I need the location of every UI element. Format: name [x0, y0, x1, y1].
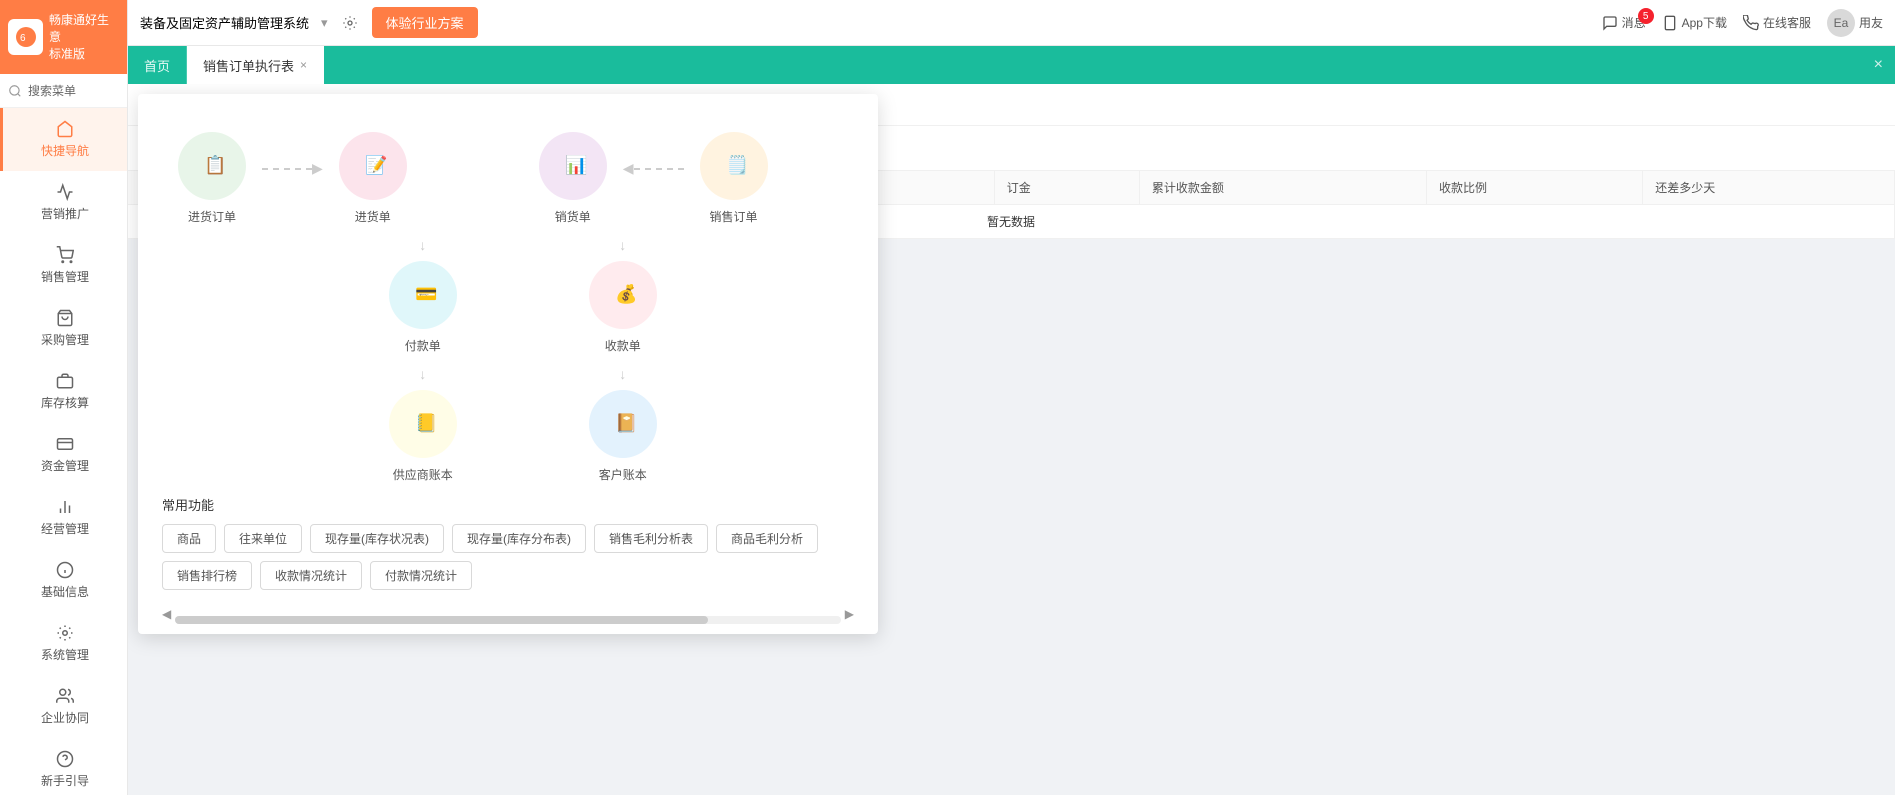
flow-node-payment-bill[interactable]: 💳 付款单	[389, 261, 457, 354]
search-label: 搜索菜单	[28, 82, 76, 99]
flow-label: 进货订单	[188, 208, 236, 225]
flow-node-sales-order[interactable]: 🗒️ 销售订单	[700, 132, 768, 225]
common-btns-row2: 销售排行榜 收款情况统计 付款情况统计	[162, 561, 854, 590]
common-functions: 常用功能 商品 往来单位 现存量(库存状况表) 现存量(库存分布表) 销售毛利分…	[162, 495, 854, 590]
svg-text:6: 6	[20, 33, 26, 44]
sidebar-item-purchase[interactable]: 采购管理	[0, 297, 127, 360]
common-btn-stock-status[interactable]: 现存量(库存状况表)	[310, 524, 444, 553]
sidebar-item-label: 销售管理	[41, 268, 89, 285]
scroll-left-btn[interactable]: ◀	[162, 607, 171, 621]
flow-label: 销售订单	[710, 208, 758, 225]
flow-node-customer-ledger[interactable]: 📔 客户账本	[589, 390, 657, 483]
tabs-bar: 首页 销售订单执行表 × ×	[128, 46, 1895, 84]
flow-node-sales-bill[interactable]: 📊 销货单	[539, 132, 607, 225]
sidebar-item-enterprise[interactable]: 企业协同	[0, 675, 127, 738]
svg-text:📝: 📝	[365, 154, 387, 175]
scroll-right-btn[interactable]: ▶	[845, 607, 854, 621]
sidebar-item-sales[interactable]: 销售管理	[0, 234, 127, 297]
common-btn-partner[interactable]: 往来单位	[224, 524, 302, 553]
flow-label: 付款单	[405, 337, 441, 354]
tab-home[interactable]: 首页	[128, 46, 187, 84]
sidebar-item-finance[interactable]: 资金管理	[0, 423, 127, 486]
system-name: 装备及固定资产辅助管理系统	[140, 13, 309, 32]
sidebar-item-label: 经营管理	[41, 520, 89, 537]
topbar-right: 5 消息 App下载 在线客服 Ea 用友	[1602, 9, 1883, 37]
flow-label: 进货单	[355, 208, 391, 225]
sidebar-nav: 快捷导航 营销推广 销售管理 采购管理 库存核算 资金管理	[0, 108, 127, 795]
tab-home-label: 首页	[144, 56, 170, 75]
content-area: 帮助 按模板打印 ▾ 导出 ▾ 刷新	[128, 84, 1895, 795]
common-btn-stock-dist[interactable]: 现存量(库存分布表)	[452, 524, 586, 553]
common-btn-payment-stats[interactable]: 付款情况统计	[370, 561, 472, 590]
quick-guide-panel: 📋 进货订单 ▶	[138, 94, 878, 634]
logo-text: 畅康通好生意 标准版	[49, 12, 119, 62]
sidebar-item-label: 库存核算	[41, 394, 89, 411]
svg-text:📒: 📒	[415, 413, 437, 433]
user-avatar-btn[interactable]: Ea 用友	[1827, 9, 1883, 37]
settings-button[interactable]	[336, 9, 364, 37]
common-btn-sales-gross[interactable]: 销售毛利分析表	[594, 524, 708, 553]
system-dropdown-icon[interactable]: ▾	[321, 15, 328, 31]
svg-text:💳: 💳	[415, 284, 437, 304]
common-btns: 商品 往来单位 现存量(库存状况表) 现存量(库存分布表) 销售毛利分析表 商品…	[162, 524, 854, 553]
app-download-label: App下载	[1682, 14, 1727, 31]
flow-label: 收款单	[605, 337, 641, 354]
tab-close-icon[interactable]: ×	[300, 58, 307, 72]
message-badge: 5	[1638, 8, 1654, 24]
panel-scrollbar-thumb	[175, 616, 707, 624]
flow-node-receipt-bill[interactable]: 💰 收款单	[589, 261, 657, 354]
sidebar-item-label: 企业协同	[41, 709, 89, 726]
user-avatar: Ea	[1827, 9, 1855, 37]
sidebar-item-inventory[interactable]: 库存核算	[0, 360, 127, 423]
flow-node-purchase-order[interactable]: 📋 进货订单	[178, 132, 246, 225]
sidebar-item-label: 新手引导	[41, 772, 89, 789]
trial-btn[interactable]: 体验行业方案	[372, 7, 478, 38]
flow-label: 销货单	[555, 208, 591, 225]
quick-guide-overlay: 📋 进货订单 ▶	[128, 84, 1895, 795]
flow-node-supplier-ledger[interactable]: 📒 供应商账本	[389, 390, 457, 483]
panel-scrollbar-row: ◀ ▶	[162, 604, 854, 624]
flow-label: 供应商账本	[393, 466, 453, 483]
flow-node-purchase-bill[interactable]: 📝 进货单	[339, 132, 407, 225]
topbar: 装备及固定资产辅助管理系统 ▾ 体验行业方案 5 消息 App下载 在线客服	[128, 0, 1895, 46]
main-content: 装备及固定资产辅助管理系统 ▾ 体验行业方案 5 消息 App下载 在线客服	[128, 0, 1895, 795]
sidebar-item-newbie[interactable]: 新手引导	[0, 738, 127, 795]
common-btn-product-gross[interactable]: 商品毛利分析	[716, 524, 818, 553]
sidebar-item-operations[interactable]: 经营管理	[0, 486, 127, 549]
flow-label: 客户账本	[599, 466, 647, 483]
common-btn-product[interactable]: 商品	[162, 524, 216, 553]
tab-close-all[interactable]: ×	[1862, 56, 1895, 74]
sidebar-item-quick-nav[interactable]: 快捷导航	[0, 108, 127, 171]
online-service-btn[interactable]: 在线客服	[1743, 14, 1811, 31]
user-label: 用友	[1859, 14, 1883, 31]
svg-text:💰: 💰	[615, 283, 637, 305]
svg-text:📔: 📔	[615, 413, 637, 433]
svg-text:📋: 📋	[204, 154, 226, 175]
common-btn-receipt-stats[interactable]: 收款情况统计	[260, 561, 362, 590]
logo-icon: 6	[8, 19, 43, 55]
sidebar-logo[interactable]: 6 畅康通好生意 标准版	[0, 0, 127, 74]
sidebar-item-label: 快捷导航	[41, 142, 89, 159]
panel-scrollbar[interactable]	[175, 616, 841, 624]
common-btn-sales-rank[interactable]: 销售排行榜	[162, 561, 252, 590]
tab-sales-exec[interactable]: 销售订单执行表 ×	[187, 46, 324, 84]
tab-sales-exec-label: 销售订单执行表	[203, 56, 294, 75]
sidebar-item-label: 系统管理	[41, 646, 89, 663]
sidebar-item-basic-info[interactable]: 基础信息	[0, 549, 127, 612]
svg-text:📊: 📊	[565, 154, 587, 175]
sidebar-item-marketing[interactable]: 营销推广	[0, 171, 127, 234]
sidebar-item-label: 资金管理	[41, 457, 89, 474]
app-download-btn[interactable]: App下载	[1662, 14, 1727, 31]
sidebar-item-label: 营销推广	[41, 205, 89, 222]
sidebar: 6 畅康通好生意 标准版 搜索菜单 快捷导航 营销推广 销售管理	[0, 0, 128, 795]
sidebar-item-label: 基础信息	[41, 583, 89, 600]
svg-text:🗒️: 🗒️	[726, 154, 748, 175]
message-btn[interactable]: 5 消息	[1602, 14, 1646, 31]
sidebar-item-system[interactable]: 系统管理	[0, 612, 127, 675]
online-service-label: 在线客服	[1763, 14, 1811, 31]
sidebar-item-label: 采购管理	[41, 331, 89, 348]
common-functions-title: 常用功能	[162, 495, 854, 514]
sidebar-search[interactable]: 搜索菜单	[0, 74, 127, 108]
